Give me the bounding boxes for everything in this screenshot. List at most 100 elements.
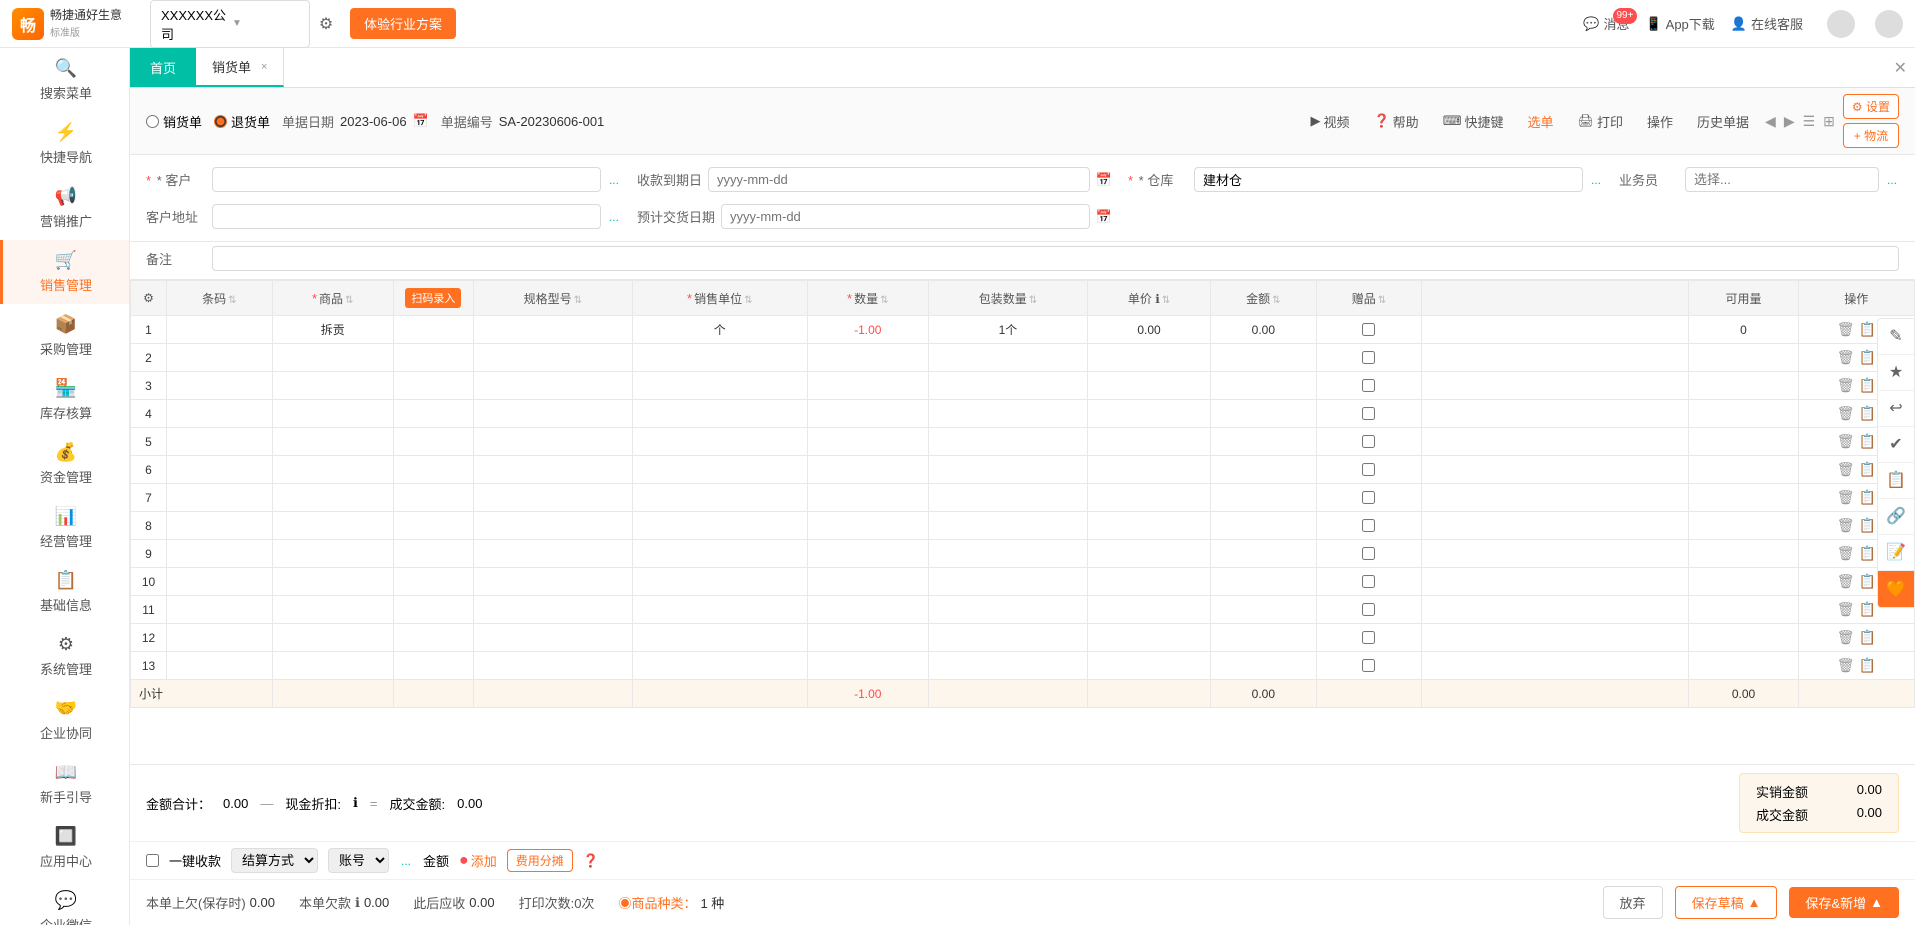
sidebar-item-guide[interactable]: 📖 新手引导 xyxy=(0,752,129,816)
operation-button[interactable]: 操作 xyxy=(1639,109,1681,134)
sidebar-item-quicknav[interactable]: ⚡ 快捷导航 xyxy=(0,112,129,176)
online-service-button[interactable]: 👤 在线客服 xyxy=(1731,14,1803,33)
rf-orange-icon[interactable]: 🧡 xyxy=(1878,571,1914,607)
copy-row-12-button[interactable]: 📋 xyxy=(1858,629,1875,646)
customer-more-button[interactable]: ... xyxy=(607,173,621,187)
sidebar-item-system[interactable]: ⚙ 系统管理 xyxy=(0,624,129,688)
gift-checkbox-5[interactable] xyxy=(1362,435,1375,448)
delete-row-4-button[interactable]: 🗑 xyxy=(1837,405,1855,422)
sidebar-item-apps[interactable]: 🔲 应用中心 xyxy=(0,816,129,880)
payment-due-calendar-icon[interactable]: 📅 xyxy=(1096,172,1112,188)
tab-home[interactable]: 首页 xyxy=(130,48,196,87)
gift-checkbox-8[interactable] xyxy=(1362,519,1375,532)
rf-link-icon[interactable]: 🔗 xyxy=(1878,499,1914,535)
abandon-button[interactable]: 放弃 xyxy=(1603,886,1663,919)
salesperson-input[interactable] xyxy=(1685,167,1879,192)
rf-clipboard-icon[interactable]: 📋 xyxy=(1878,463,1914,499)
gift-checkbox-9[interactable] xyxy=(1362,547,1375,560)
video-button[interactable]: ▶ 视频 xyxy=(1302,109,1357,134)
gift-checkbox-10[interactable] xyxy=(1362,575,1375,588)
one-click-payment-checkbox[interactable] xyxy=(146,854,159,867)
settlement-method-select[interactable]: 结算方式 xyxy=(231,848,318,873)
delete-row-7-button[interactable]: 🗑 xyxy=(1837,489,1855,506)
gift-checkbox-6[interactable] xyxy=(1362,463,1375,476)
sidebar-item-inventory[interactable]: 🏪 库存核算 xyxy=(0,368,129,432)
save-draft-button[interactable]: 保存草稿 ▲ xyxy=(1675,886,1778,919)
sidebar-item-finance[interactable]: 💰 资金管理 xyxy=(0,432,129,496)
sidebar-item-management[interactable]: 📊 经营管理 xyxy=(0,496,129,560)
trial-button[interactable]: 体验行业方案 xyxy=(350,8,456,39)
gift-checkbox-4[interactable] xyxy=(1362,407,1375,420)
close-all-tabs-button[interactable]: ✕ xyxy=(1894,58,1907,78)
copy-row-10-button[interactable]: 📋 xyxy=(1858,573,1875,590)
grid-view-button[interactable]: ⊞ xyxy=(1823,113,1835,130)
delete-row-2-button[interactable]: 🗑 xyxy=(1837,349,1855,366)
copy-row-5-button[interactable]: 📋 xyxy=(1858,433,1875,450)
customer-addr-input[interactable] xyxy=(212,204,601,229)
delete-row-12-button[interactable]: 🗑 xyxy=(1837,629,1855,646)
print-button[interactable]: 🖨 打印 xyxy=(1569,109,1631,134)
sidebar-item-wechat[interactable]: 💬 企业微信 xyxy=(0,880,129,925)
delete-row-8-button[interactable]: 🗑 xyxy=(1837,517,1855,534)
settings-icon[interactable]: ⚙ xyxy=(310,8,342,40)
gift-checkbox-1[interactable] xyxy=(1362,323,1375,336)
list-view-button[interactable]: ☰ xyxy=(1803,113,1816,130)
rf-edit-icon[interactable]: ✎ xyxy=(1878,319,1914,355)
history-button[interactable]: 历史单据 xyxy=(1689,109,1757,134)
gift-checkbox-3[interactable] xyxy=(1362,379,1375,392)
copy-row-7-button[interactable]: 📋 xyxy=(1858,489,1875,506)
add-payment-button[interactable]: ● 添加 xyxy=(459,851,497,870)
delete-row-3-button[interactable]: 🗑 xyxy=(1837,377,1855,394)
customer-input[interactable] xyxy=(212,167,601,192)
copy-row-1-button[interactable]: 📋 xyxy=(1858,321,1875,338)
fee-split-help-icon[interactable]: ❓ xyxy=(583,853,599,869)
setting-button[interactable]: ⚙ 设置 xyxy=(1843,94,1899,119)
tab-close-icon[interactable]: × xyxy=(261,61,267,73)
copy-row-6-button[interactable]: 📋 xyxy=(1858,461,1875,478)
select-button[interactable]: 选单 xyxy=(1519,109,1561,134)
radio-return-order[interactable]: 退货单 xyxy=(214,112,270,131)
customer-addr-more-button[interactable]: ... xyxy=(607,210,621,224)
company-selector[interactable]: XXXXXX公司 ▼ xyxy=(150,0,310,48)
rf-check-icon[interactable]: ✔ xyxy=(1878,427,1914,463)
prev-record-button[interactable]: ◀ xyxy=(1765,113,1776,130)
rf-note-icon[interactable]: 📝 xyxy=(1878,535,1914,571)
delete-row-1-button[interactable]: 🗑 xyxy=(1837,321,1855,338)
fee-split-button[interactable]: 费用分摊 xyxy=(507,849,573,872)
scan-btn-header[interactable]: 扫码录入 xyxy=(393,281,473,316)
sidebar-item-marketing[interactable]: 📢 营销推广 xyxy=(0,176,129,240)
delete-row-10-button[interactable]: 🗑 xyxy=(1837,573,1855,590)
account-more-button[interactable]: ... xyxy=(399,854,413,868)
delete-row-11-button[interactable]: 🗑 xyxy=(1837,601,1855,618)
delete-row-13-button[interactable]: 🗑 xyxy=(1837,657,1855,674)
gift-checkbox-12[interactable] xyxy=(1362,631,1375,644)
shortcut-button[interactable]: ⌨ 快捷键 xyxy=(1435,109,1512,134)
save-new-button[interactable]: 保存&新增 ▲ xyxy=(1789,887,1899,918)
sidebar-item-cooperation[interactable]: 🤝 企业协同 xyxy=(0,688,129,752)
calendar-icon[interactable]: 📅 xyxy=(413,113,429,129)
remarks-input[interactable] xyxy=(212,246,1899,271)
delete-row-9-button[interactable]: 🗑 xyxy=(1837,545,1855,562)
sidebar-item-basics[interactable]: 📋 基础信息 xyxy=(0,560,129,624)
copy-row-8-button[interactable]: 📋 xyxy=(1858,517,1875,534)
warehouse-more-button[interactable]: ... xyxy=(1589,173,1603,187)
gift-checkbox-7[interactable] xyxy=(1362,491,1375,504)
scan-input-button[interactable]: 扫码录入 xyxy=(405,288,461,308)
copy-row-11-button[interactable]: 📋 xyxy=(1858,601,1875,618)
tab-sales-order[interactable]: 销货单 × xyxy=(196,48,284,87)
salesperson-more-button[interactable]: ... xyxy=(1885,173,1899,187)
sidebar-item-sales[interactable]: 🛒 销售管理 xyxy=(0,240,129,304)
sidebar-item-purchase[interactable]: 📦 采购管理 xyxy=(0,304,129,368)
account-select[interactable]: 账号 xyxy=(328,848,389,873)
rf-star-icon[interactable]: ★ xyxy=(1878,355,1914,391)
message-button[interactable]: 💬 消息 99+ xyxy=(1583,14,1629,33)
gift-checkbox-2[interactable] xyxy=(1362,351,1375,364)
copy-row-4-button[interactable]: 📋 xyxy=(1858,405,1875,422)
expected-date-calendar-icon[interactable]: 📅 xyxy=(1096,209,1112,225)
next-record-button[interactable]: ▶ xyxy=(1784,113,1795,130)
help-button[interactable]: ❓ 帮助 xyxy=(1365,109,1426,134)
payment-due-input[interactable] xyxy=(708,167,1090,192)
delete-row-5-button[interactable]: 🗑 xyxy=(1837,433,1855,450)
app-download-button[interactable]: 📱 App下载 xyxy=(1645,14,1714,33)
rf-undo-icon[interactable]: ↩ xyxy=(1878,391,1914,427)
